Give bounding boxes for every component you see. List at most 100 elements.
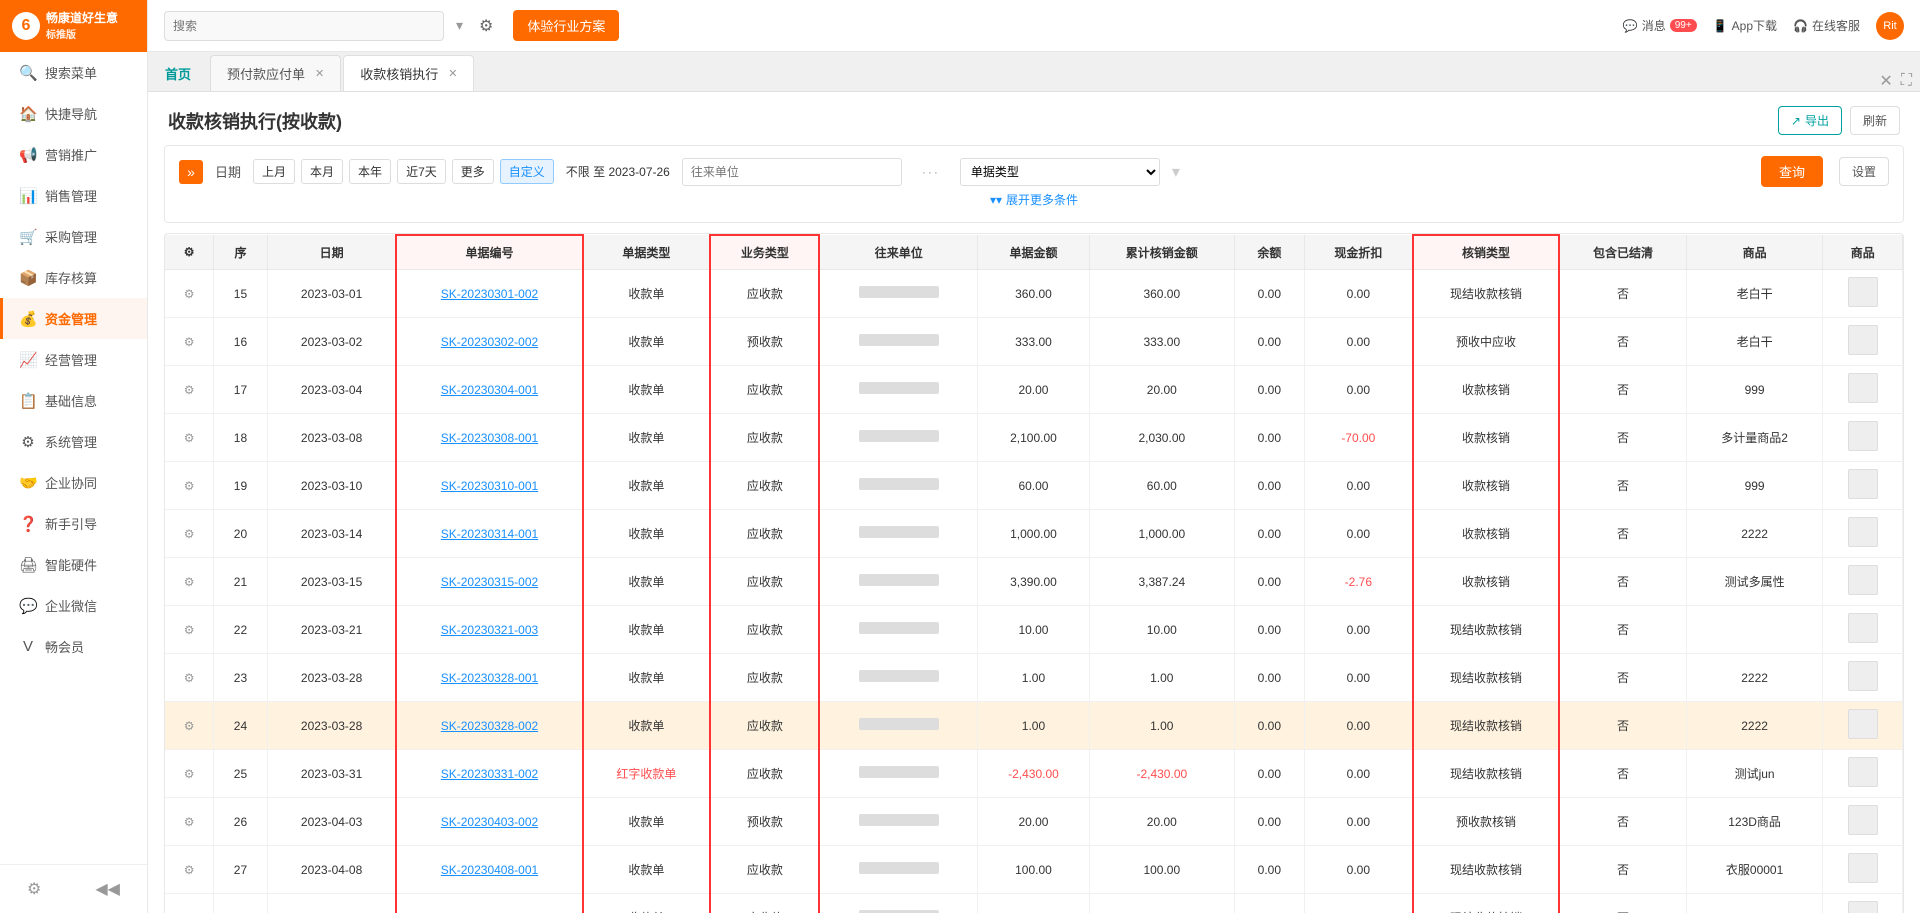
- row-gear-icon[interactable]: ⚙: [184, 431, 195, 445]
- settings-icon[interactable]: ⚙: [479, 16, 493, 36]
- sidebar-item-purchase[interactable]: 🛒采购管理: [0, 216, 147, 257]
- settings-gear-icon[interactable]: ⚙: [21, 873, 47, 905]
- sidebar-item-enterprise[interactable]: 🤝企业协同: [0, 462, 147, 503]
- tab-prepay[interactable]: 预付款应付单✕: [210, 55, 341, 91]
- tab-collection[interactable]: 收款核销执行✕: [343, 55, 474, 91]
- bill-no-link[interactable]: SK-20230310-001: [441, 479, 538, 493]
- gear-cell[interactable]: ⚙: [165, 702, 214, 750]
- row-gear-icon[interactable]: ⚙: [184, 719, 195, 733]
- counterpart-input[interactable]: [682, 158, 902, 186]
- bill-no-cell[interactable]: SK-20230328-002: [396, 702, 582, 750]
- receipt-type-select[interactable]: 单据类型: [960, 158, 1160, 186]
- bill-no-cell[interactable]: SK-20230301-002: [396, 270, 582, 318]
- bill-no-link[interactable]: SK-20230331-002: [441, 767, 538, 781]
- gear-cell[interactable]: ⚙: [165, 510, 214, 558]
- bill-no-cell[interactable]: SK-20230418-001: [396, 894, 582, 913]
- gear-cell[interactable]: ⚙: [165, 606, 214, 654]
- row-gear-icon[interactable]: ⚙: [184, 527, 195, 541]
- bill-no-cell[interactable]: SK-20230314-001: [396, 510, 582, 558]
- setting-button[interactable]: 设置: [1839, 157, 1889, 186]
- row-gear-icon[interactable]: ⚙: [184, 335, 195, 349]
- sidebar-item-inventory[interactable]: 📦库存核算: [0, 257, 147, 298]
- gear-cell[interactable]: ⚙: [165, 366, 214, 414]
- bill-no-link[interactable]: SK-20230315-002: [441, 575, 538, 589]
- row-gear-icon[interactable]: ⚙: [184, 383, 195, 397]
- gear-cell[interactable]: ⚙: [165, 894, 214, 913]
- app-download-item[interactable]: 📱 App下载: [1713, 17, 1777, 34]
- bill-no-cell[interactable]: SK-20230328-001: [396, 654, 582, 702]
- bill-no-link[interactable]: SK-20230301-002: [441, 287, 538, 301]
- service-item[interactable]: 🎧 在线客服: [1793, 17, 1860, 34]
- bill-no-cell[interactable]: SK-20230310-001: [396, 462, 582, 510]
- last-month-btn[interactable]: 上月: [253, 159, 295, 184]
- row-gear-icon[interactable]: ⚙: [184, 623, 195, 637]
- bill-no-cell[interactable]: SK-20230321-003: [396, 606, 582, 654]
- expand-tab-icon[interactable]: ⛶: [1901, 72, 1912, 90]
- bill-no-cell[interactable]: SK-20230302-002: [396, 318, 582, 366]
- avatar[interactable]: Rit: [1876, 12, 1904, 40]
- gear-cell[interactable]: ⚙: [165, 558, 214, 606]
- row-gear-icon[interactable]: ⚙: [184, 575, 195, 589]
- last-7days-btn[interactable]: 近7天: [397, 159, 446, 184]
- sidebar-item-wechat[interactable]: 💬企业微信: [0, 585, 147, 626]
- sidebar-item-guide[interactable]: ❓新手引导: [0, 503, 147, 544]
- more-date-btn[interactable]: 更多: [452, 159, 494, 184]
- gear-cell[interactable]: ⚙: [165, 414, 214, 462]
- filter-toggle-button[interactable]: »: [179, 160, 203, 184]
- bill-no-cell[interactable]: SK-20230315-002: [396, 558, 582, 606]
- this-month-btn[interactable]: 本月: [301, 159, 343, 184]
- bill-no-link[interactable]: SK-20230403-002: [441, 815, 538, 829]
- gear-cell[interactable]: ⚙: [165, 798, 214, 846]
- sidebar-item-search[interactable]: 🔍搜索菜单: [0, 52, 147, 93]
- row-gear-icon[interactable]: ⚙: [184, 815, 195, 829]
- gear-cell[interactable]: ⚙: [165, 750, 214, 798]
- sidebar-item-basic[interactable]: 📋基础信息: [0, 380, 147, 421]
- gear-cell[interactable]: ⚙: [165, 846, 214, 894]
- sidebar-item-quicknav[interactable]: 🏠快捷导航: [0, 93, 147, 134]
- query-button[interactable]: 查询: [1761, 156, 1823, 187]
- this-year-btn[interactable]: 本年: [349, 159, 391, 184]
- sidebar-item-operations[interactable]: 📈经营管理: [0, 339, 147, 380]
- sidebar-item-finance[interactable]: 💰资金管理: [0, 298, 147, 339]
- dropdown-icon[interactable]: ▾: [456, 17, 463, 34]
- row-gear-icon[interactable]: ⚙: [184, 671, 195, 685]
- sidebar-item-member[interactable]: V畅会员: [0, 626, 147, 667]
- bill-no-cell[interactable]: SK-20230304-001: [396, 366, 582, 414]
- bill-no-link[interactable]: SK-20230408-001: [441, 863, 538, 877]
- row-gear-icon[interactable]: ⚙: [184, 479, 195, 493]
- close-tab-icon[interactable]: ✕: [1879, 71, 1892, 91]
- bill-no-link[interactable]: SK-20230321-003: [441, 623, 538, 637]
- bill-no-cell[interactable]: SK-20230403-002: [396, 798, 582, 846]
- tab-close-icon[interactable]: ✕: [315, 67, 324, 80]
- collapse-icon[interactable]: ◀◀: [89, 873, 126, 905]
- bill-no-link[interactable]: SK-20230328-002: [441, 719, 538, 733]
- sidebar-item-system[interactable]: ⚙系统管理: [0, 421, 147, 462]
- bill-no-link[interactable]: SK-20230304-001: [441, 383, 538, 397]
- sidebar-item-hardware[interactable]: 🖨智能硬件: [0, 544, 147, 585]
- bill-no-link[interactable]: SK-20230314-001: [441, 527, 538, 541]
- gear-cell[interactable]: ⚙: [165, 462, 214, 510]
- bill-no-cell[interactable]: SK-20230408-001: [396, 846, 582, 894]
- bill-no-link[interactable]: SK-20230308-001: [441, 431, 538, 445]
- tab-home[interactable]: 首页: [148, 55, 208, 91]
- tab-close-icon[interactable]: ✕: [448, 67, 457, 80]
- bill-no-cell[interactable]: SK-20230331-002: [396, 750, 582, 798]
- solution-button[interactable]: 体验行业方案: [513, 10, 619, 41]
- gear-cell[interactable]: ⚙: [165, 318, 214, 366]
- sidebar-item-sales[interactable]: 📊销售管理: [0, 175, 147, 216]
- row-gear-icon[interactable]: ⚙: [184, 863, 195, 877]
- bill-no-cell[interactable]: SK-20230308-001: [396, 414, 582, 462]
- export-button[interactable]: ↗ 导出: [1778, 106, 1842, 135]
- gear-cell[interactable]: ⚙: [165, 654, 214, 702]
- gear-cell[interactable]: ⚙: [165, 270, 214, 318]
- row-gear-icon[interactable]: ⚙: [184, 287, 195, 301]
- bill-no-link[interactable]: SK-20230302-002: [441, 335, 538, 349]
- messages-item[interactable]: 💬 消息 99+: [1623, 17, 1697, 34]
- refresh-button[interactable]: 刷新: [1850, 106, 1900, 135]
- expand-bar[interactable]: ▾▾ 展开更多条件: [179, 191, 1889, 208]
- sidebar-item-marketing[interactable]: 📢营销推广: [0, 134, 147, 175]
- row-gear-icon[interactable]: ⚙: [184, 767, 195, 781]
- search-input[interactable]: [164, 11, 444, 41]
- bill-no-link[interactable]: SK-20230328-001: [441, 671, 538, 685]
- custom-date-btn[interactable]: 自定义: [500, 159, 554, 184]
